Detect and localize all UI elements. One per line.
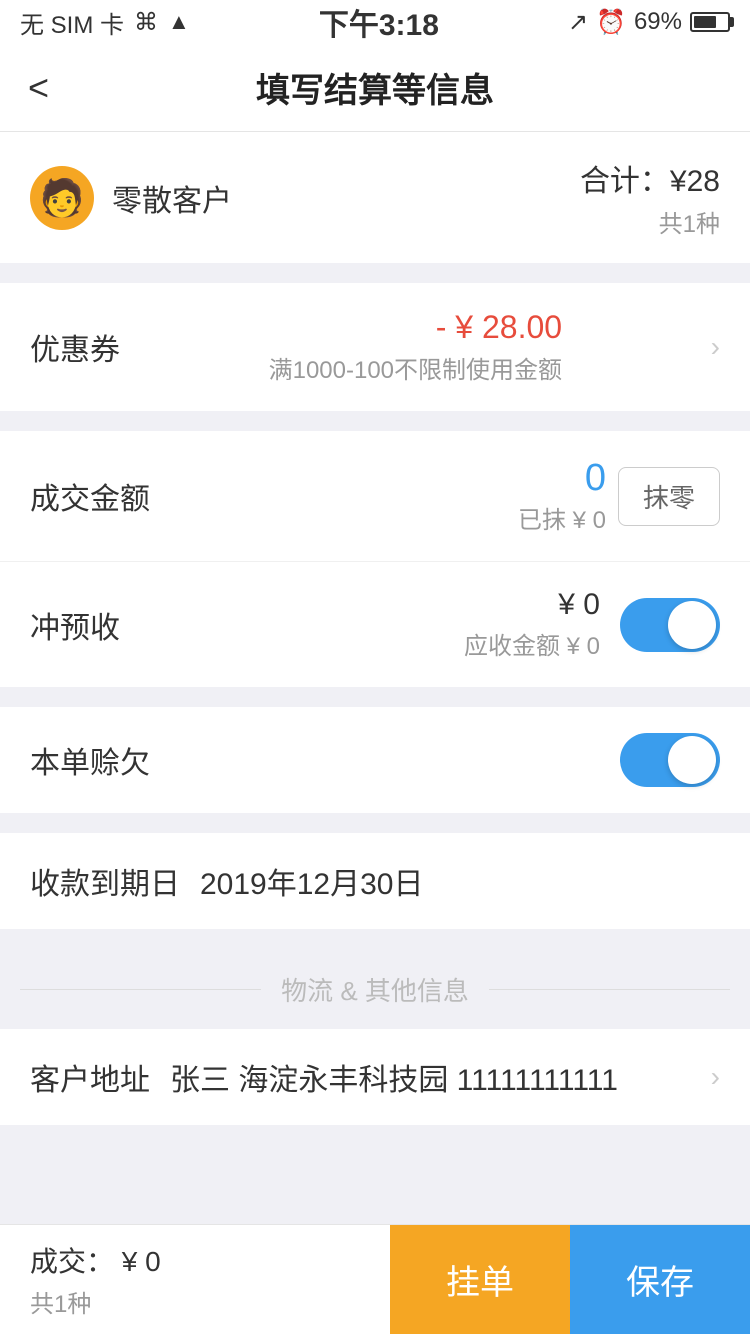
total-count: 共1种	[580, 204, 720, 239]
deal-amount-label: 成交金额	[30, 474, 150, 518]
deal-amount-sub: 已抹 ¥ 0	[518, 500, 606, 535]
toggle-knob	[668, 601, 716, 649]
deal-amount-row: 成交金额 0 已抹 ¥ 0 抹零	[0, 431, 750, 562]
bottom-deal-value: ¥ 0	[122, 1246, 161, 1277]
divider-1	[0, 263, 750, 283]
status-left: 无 SIM 卡 ⌘ ▲	[20, 5, 190, 40]
prepay-amount: ¥ 0	[464, 588, 600, 622]
credit-row: 本单赊欠	[0, 707, 750, 813]
due-date-value: 2019年12月30日	[200, 859, 423, 903]
hold-button-label: 挂单	[446, 1255, 514, 1304]
status-right: ↗ ⏰ 69%	[568, 8, 730, 37]
address-label: 客户地址	[30, 1055, 150, 1099]
due-date-row: 收款到期日 2019年12月30日	[0, 833, 750, 929]
deal-amount-right: 0 已抹 ¥ 0 抹零	[518, 457, 720, 535]
content: 🧑 零散客户 合计：¥28 共1种 优惠券 - ¥ 28.00 满1000-10…	[0, 132, 750, 1265]
bottom-deal-label: 成交：	[30, 1246, 114, 1277]
coupon-row[interactable]: 优惠券 - ¥ 28.00 满1000-100不限制使用金额 ›	[0, 283, 750, 411]
prepay-toggle[interactable]	[620, 598, 720, 652]
bottom-info: 成交： ¥ 0 共1种	[0, 1225, 390, 1334]
coupon-label: 优惠券	[30, 325, 120, 369]
prepay-values: ¥ 0 应收金额 ¥ 0	[464, 588, 600, 661]
credit-toggle[interactable]	[620, 733, 720, 787]
page-title: 填写结算等信息	[256, 63, 494, 112]
bottom-bar: 成交： ¥ 0 共1种 挂单 保存	[0, 1224, 750, 1334]
deal-amount-right-inner: 0 已抹 ¥ 0	[518, 457, 606, 535]
wifi-icon: ⌘	[134, 8, 158, 37]
battery-percent: 69%	[634, 8, 682, 36]
status-bar: 无 SIM 卡 ⌘ ▲ 下午3:18 ↗ ⏰ 69%	[0, 0, 750, 44]
logistics-line-left	[20, 989, 261, 990]
logistics-line-right	[489, 989, 730, 990]
prepay-label: 冲预收	[30, 603, 120, 647]
coupon-chevron: ›	[711, 331, 720, 363]
prepay-sub: 应收金额 ¥ 0	[464, 626, 600, 661]
credit-toggle-knob	[668, 736, 716, 784]
deal-amount-value: 0	[518, 457, 606, 500]
back-button[interactable]: <	[28, 67, 49, 109]
divider-2	[0, 411, 750, 431]
battery-icon	[690, 12, 730, 32]
alarm-icon: ⏰	[596, 8, 626, 37]
coupon-right: - ¥ 28.00 满1000-100不限制使用金额	[269, 309, 562, 385]
prepay-row: 冲预收 ¥ 0 应收金额 ¥ 0	[0, 562, 750, 687]
address-value: 张三 海淀永丰科技园 11111111111	[170, 1055, 711, 1099]
logistics-text: 物流 & 其他信息	[281, 971, 469, 1008]
customer-row: 🧑 零散客户 合计：¥28 共1种	[0, 132, 750, 263]
divider-3	[0, 687, 750, 707]
logistics-divider: 物流 & 其他信息	[0, 949, 750, 1029]
save-button[interactable]: 保存	[570, 1225, 750, 1334]
prepay-right: ¥ 0 应收金额 ¥ 0	[464, 588, 720, 661]
save-button-label: 保存	[626, 1255, 694, 1304]
location-icon: ↗	[568, 8, 588, 37]
customer-left: 🧑 零散客户	[30, 166, 232, 230]
total-amount: 合计：¥28	[580, 156, 720, 200]
bottom-count: 共1种	[30, 1284, 360, 1319]
battery-fill	[694, 16, 716, 28]
coupon-amount: - ¥ 28.00	[269, 309, 562, 346]
no-sim-text: 无 SIM 卡	[20, 5, 124, 40]
credit-label: 本单赊欠	[30, 738, 150, 782]
status-time: 下午3:18	[319, 0, 439, 44]
address-chevron: ›	[711, 1061, 720, 1093]
bottom-deal: 成交： ¥ 0	[30, 1240, 360, 1280]
due-date-label: 收款到期日	[30, 859, 180, 903]
customer-avatar: 🧑	[30, 166, 94, 230]
address-row[interactable]: 客户地址 张三 海淀永丰科技园 11111111111 ›	[0, 1029, 750, 1125]
round-zero-button[interactable]: 抹零	[618, 467, 720, 526]
customer-total: 合计：¥28 共1种	[580, 156, 720, 239]
nav-bar: < 填写结算等信息	[0, 44, 750, 132]
coupon-sub: 满1000-100不限制使用金额	[269, 350, 562, 385]
hold-button[interactable]: 挂单	[390, 1225, 570, 1334]
wifi-text: ▲	[168, 9, 190, 35]
customer-name: 零散客户	[112, 176, 232, 220]
avatar-icon: 🧑	[40, 177, 85, 219]
